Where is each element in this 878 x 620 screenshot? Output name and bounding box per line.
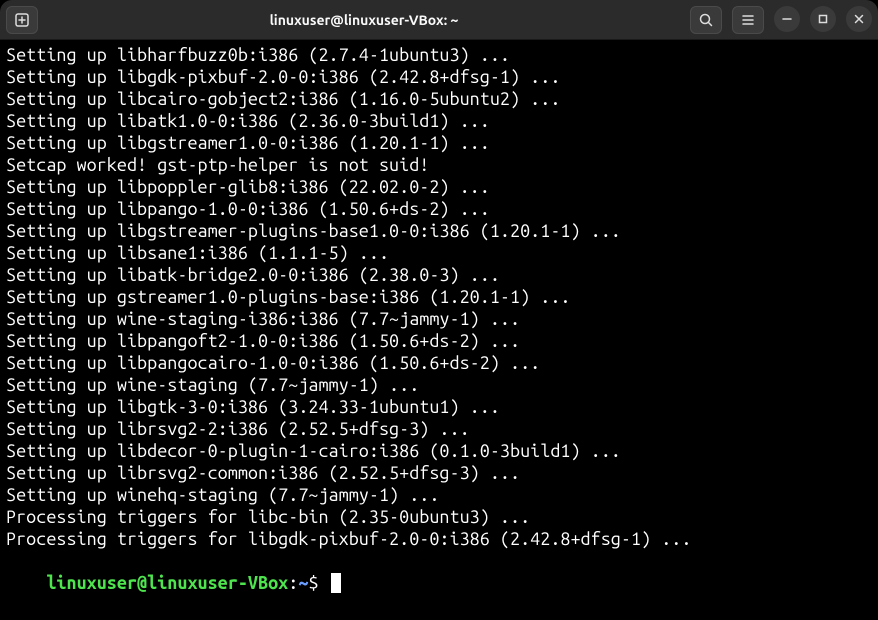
output-line: Setting up librsvg2-2:i386 (2.52.5+dfsg-… [6, 418, 872, 440]
output-line: Setting up wine-staging-i386:i386 (7.7~j… [6, 308, 872, 330]
output-line: Setting up libsane1:i386 (1.1.1-5) ... [6, 242, 872, 264]
new-tab-icon [14, 12, 30, 28]
output-line: Setting up libatk1.0-0:i386 (2.36.0-3bui… [6, 110, 872, 132]
output-line: Setting up librsvg2-common:i386 (2.52.5+… [6, 462, 872, 484]
hamburger-icon [740, 12, 756, 28]
output-line: Setting up libpangocairo-1.0-0:i386 (1.5… [6, 352, 872, 374]
output-line: Setting up libgdk-pixbuf-2.0-0:i386 (2.4… [6, 66, 872, 88]
maximize-icon [818, 14, 828, 24]
close-icon [854, 14, 864, 24]
prompt-colon: : [288, 573, 298, 593]
output-line: Setting up libatk-bridge2.0-0:i386 (2.38… [6, 264, 872, 286]
search-icon [698, 12, 714, 28]
window-titlebar: linuxuser@linuxuser-VBox: ~ [0, 0, 878, 40]
prompt-dollar: $ [308, 573, 318, 593]
prompt-path: ~ [298, 573, 308, 593]
prompt-user: linuxuser@linuxuser-VBox [46, 573, 288, 593]
window-title: linuxuser@linuxuser-VBox: ~ [38, 12, 690, 28]
output-line: Setting up gstreamer1.0-plugins-base:i38… [6, 286, 872, 308]
cursor [331, 573, 341, 593]
close-button[interactable] [846, 6, 872, 32]
search-button[interactable] [690, 6, 722, 34]
output-line: Setting up libgstreamer-plugins-base1.0-… [6, 220, 872, 242]
output-line: Processing triggers for libc-bin (2.35-0… [6, 506, 872, 528]
output-line: Setting up wine-staging (7.7~jammy-1) ..… [6, 374, 872, 396]
minimize-button[interactable] [774, 6, 800, 32]
output-line: Setting up libgstreamer1.0-0:i386 (1.20.… [6, 132, 872, 154]
output-line: Processing triggers for libgdk-pixbuf-2.… [6, 528, 872, 550]
output-line: Setting up libharfbuzz0b:i386 (2.7.4-1ub… [6, 44, 872, 66]
output-line: Setting up libpangoft2-1.0-0:i386 (1.50.… [6, 330, 872, 352]
new-tab-button[interactable] [6, 6, 38, 34]
output-line: Setcap worked! gst-ptp-helper is not sui… [6, 154, 872, 176]
menu-button[interactable] [732, 6, 764, 34]
output-line: Setting up libpoppler-glib8:i386 (22.02.… [6, 176, 872, 198]
output-line: Setting up libcairo-gobject2:i386 (1.16.… [6, 88, 872, 110]
titlebar-left-group [6, 6, 38, 34]
minimize-icon [782, 14, 792, 24]
maximize-button[interactable] [810, 6, 836, 32]
output-line: Setting up libdecor-0-plugin-1-cairo:i38… [6, 440, 872, 462]
prompt-line: linuxuser@linuxuser-VBox:~$ [6, 550, 872, 616]
terminal-output[interactable]: Setting up libharfbuzz0b:i386 (2.7.4-1ub… [0, 40, 878, 620]
titlebar-right-group [690, 6, 872, 34]
output-line: Setting up libgtk-3-0:i386 (3.24.33-1ubu… [6, 396, 872, 418]
output-line: Setting up libpango-1.0-0:i386 (1.50.6+d… [6, 198, 872, 220]
output-line: Setting up winehq-staging (7.7~jammy-1) … [6, 484, 872, 506]
